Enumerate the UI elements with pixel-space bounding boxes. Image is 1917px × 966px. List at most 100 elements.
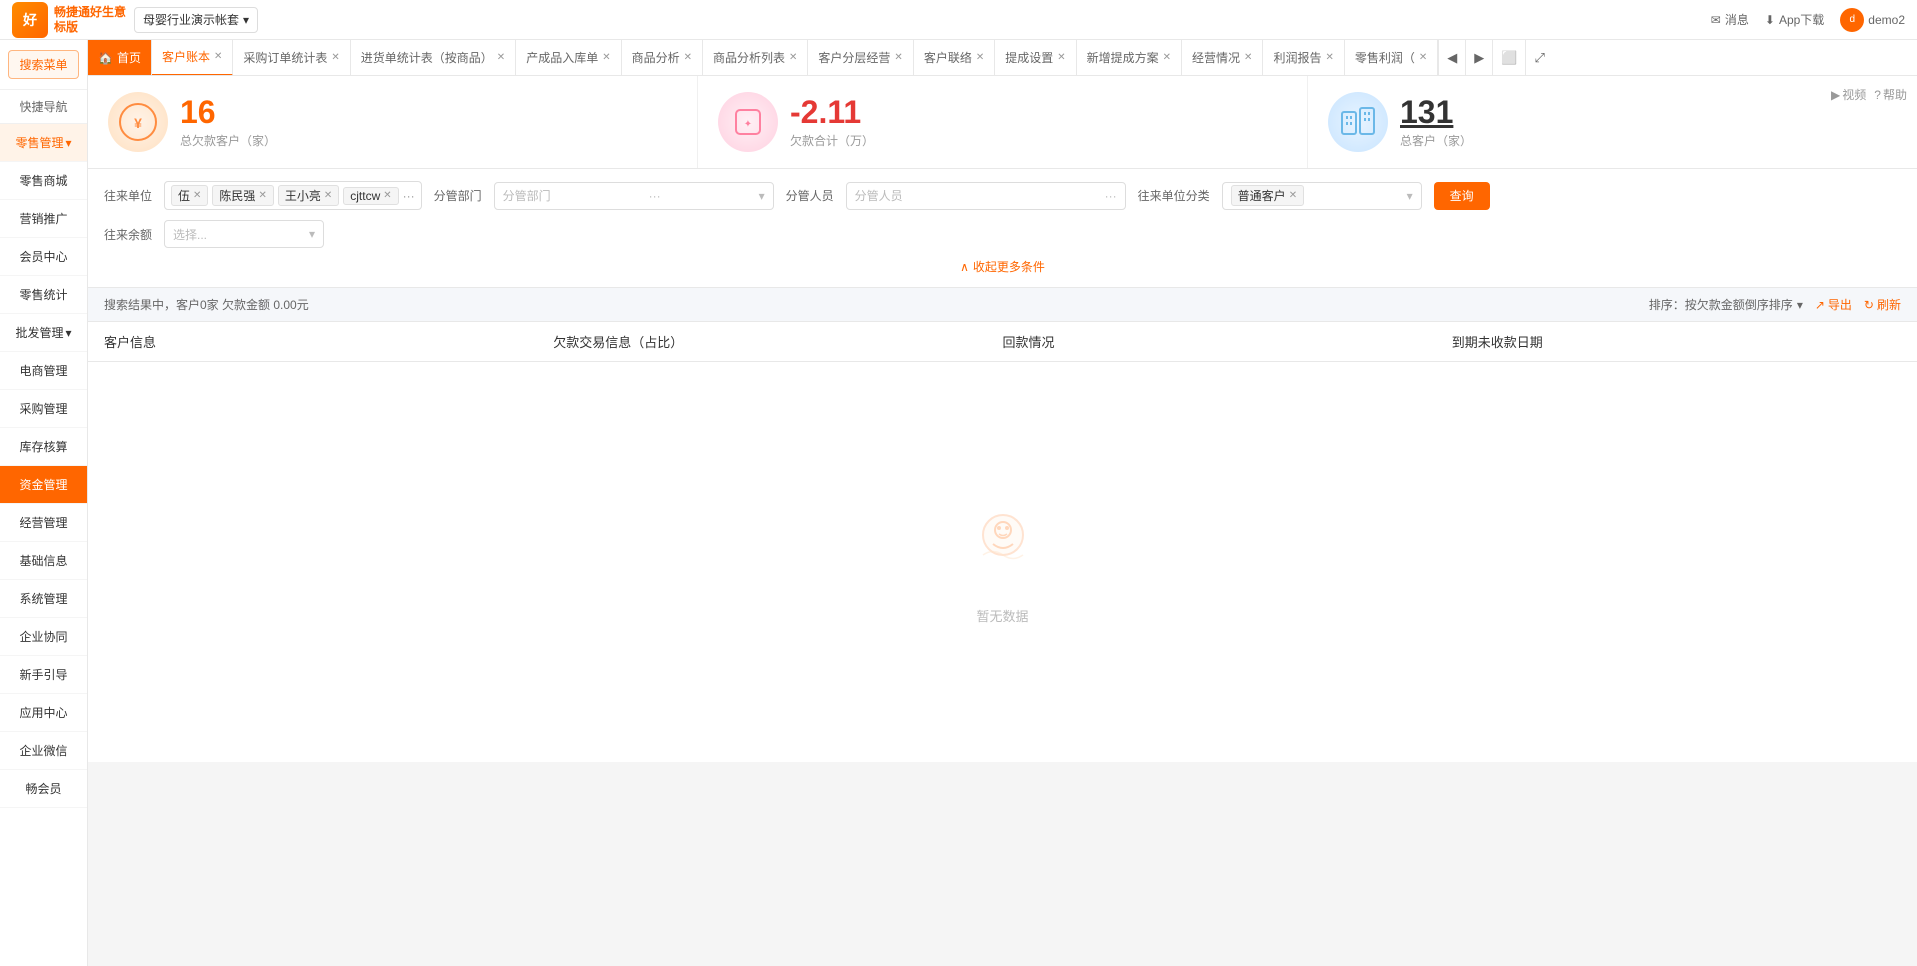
tab-new-boost-plan[interactable]: 新增提成方案 ✕ xyxy=(1077,40,1182,76)
tab-close-icon[interactable]: ✕ xyxy=(602,52,610,63)
tab-close-icon[interactable]: ✕ xyxy=(214,51,222,62)
tab-product-inbound[interactable]: 产成品入库单 ✕ xyxy=(516,40,621,76)
stat-debt-total: ✦ -2.11 欠款合计（万） xyxy=(698,76,1308,168)
tab-customer-layering[interactable]: 客户分层经营 ✕ xyxy=(808,40,913,76)
tab-next-btn[interactable]: ▶ xyxy=(1465,40,1492,76)
tab-customer-balance[interactable]: 客户账本 ✕ xyxy=(152,40,233,76)
tab-profit-report[interactable]: 利润报告 ✕ xyxy=(1263,40,1344,76)
sort-select[interactable]: 排序：按欠款金额倒序排序 ▾ xyxy=(1649,296,1803,313)
person-select[interactable]: 分管人员 ··· xyxy=(846,182,1126,210)
balance-select[interactable]: 选择... ▾ xyxy=(164,220,324,248)
unit-tags-input[interactable]: 伍 ✕ 陈民强 ✕ 王小亮 ✕ cjttcw ✕ xyxy=(164,181,422,210)
tab-prev-btn[interactable]: ◀ xyxy=(1438,40,1465,76)
refresh-icon: ↻ xyxy=(1864,298,1874,312)
quick-nav-button[interactable]: 快捷导航 xyxy=(0,90,87,124)
sidebar-item-inventory[interactable]: 库存核算 xyxy=(0,428,87,466)
sidebar-item-retail-stats[interactable]: 零售统计 xyxy=(0,276,87,314)
more-tags-btn[interactable]: ··· xyxy=(403,189,415,203)
tab-close-icon[interactable]: ✕ xyxy=(1325,52,1333,63)
tab-boost-settings[interactable]: 提成设置 ✕ xyxy=(995,40,1076,76)
search-menu-button[interactable]: 搜索菜单 xyxy=(8,50,79,79)
sidebar-item-beginner-guide[interactable]: 新手引导 xyxy=(0,656,87,694)
debt-total-icon: ✦ xyxy=(718,92,778,152)
help-btn[interactable]: ? 帮助 xyxy=(1874,86,1907,103)
tab-incoming-goods-stats[interactable]: 进货单统计表（按商品） ✕ xyxy=(351,40,516,76)
dept-select[interactable]: 分管部门 ··· ▾ xyxy=(494,182,774,210)
filter-row-2: 往来余额 选择... ▾ xyxy=(104,220,1901,248)
tag-close-icon[interactable]: ✕ xyxy=(1289,190,1297,201)
store-selector[interactable]: 母婴行业演示帐套 ▾ xyxy=(134,7,258,33)
sidebar-item-finance-mgmt[interactable]: 资金管理 xyxy=(0,466,87,504)
unit-type-filter-label: 往来单位分类 xyxy=(1138,187,1210,204)
sidebar-item-app-center[interactable]: 应用中心 xyxy=(0,694,87,732)
chevron-down-icon: ▾ xyxy=(759,189,765,203)
sidebar-item-member-center[interactable]: 会员中心 xyxy=(0,238,87,276)
sidebar-search: 搜索菜单 xyxy=(0,40,87,90)
message-btn[interactable]: ✉ 消息 xyxy=(1711,11,1749,28)
unit-tag-1[interactable]: 伍 ✕ xyxy=(171,185,208,206)
stat2-info: -2.11 欠款合计（万） xyxy=(790,96,874,149)
video-help-btn[interactable]: ▶ 视频 xyxy=(1831,86,1866,103)
sidebar-item-enterprise-coop[interactable]: 企业协同 xyxy=(0,618,87,656)
unit-type-tag[interactable]: 普通客户 ✕ xyxy=(1231,185,1304,206)
stat-helper-btns: ▶ 视频 ? 帮助 xyxy=(1831,86,1907,103)
message-icon: ✉ xyxy=(1711,13,1721,27)
tab-fullscreen-btn[interactable]: ⤢ xyxy=(1525,40,1552,76)
tab-customer-connect[interactable]: 客户联络 ✕ xyxy=(914,40,995,76)
sidebar-item-marketing[interactable]: 营销推广 xyxy=(0,200,87,238)
sidebar-item-ecommerce-mgmt[interactable]: 电商管理 xyxy=(0,352,87,390)
sidebar-item-ops-mgmt[interactable]: 经营管理 xyxy=(0,504,87,542)
tab-close-icon[interactable]: ✕ xyxy=(789,52,797,63)
unit-tag-3[interactable]: 王小亮 ✕ xyxy=(278,185,339,206)
sidebar-item-basic-info[interactable]: 基础信息 xyxy=(0,542,87,580)
export-btn[interactable]: ↗ 导出 xyxy=(1815,296,1852,313)
refresh-btn[interactable]: ↻ 刷新 xyxy=(1864,296,1901,313)
sidebar-item-purchase-mgmt[interactable]: 采购管理 xyxy=(0,390,87,428)
tag-close-icon[interactable]: ✕ xyxy=(258,190,266,201)
tab-home[interactable]: 🏠 首页 xyxy=(88,40,152,76)
tab-purchase-order-stats[interactable]: 采购订单统计表 ✕ xyxy=(233,40,350,76)
tab-close-icon[interactable]: ✕ xyxy=(497,52,505,63)
tab-close-icon[interactable]: ✕ xyxy=(684,52,692,63)
stat-debt-customers: ¥ 16 总欠款客户（家） xyxy=(88,76,698,168)
top-bar-left: 好 畅捷通好生意 标版 母婴行业演示帐套 ▾ xyxy=(12,2,258,38)
search-button[interactable]: 查询 xyxy=(1434,182,1490,210)
tab-close-icon[interactable]: ✕ xyxy=(331,52,339,63)
sidebar-item-vip-member[interactable]: 畅会员 xyxy=(0,770,87,808)
tab-close-icon[interactable]: ✕ xyxy=(894,52,902,63)
sidebar-item-retail-shop[interactable]: 零售商城 xyxy=(0,162,87,200)
tab-expand-btn[interactable]: ⬜ xyxy=(1492,40,1525,76)
tab-retail-profit[interactable]: 零售利润（ ✕ xyxy=(1345,40,1438,76)
table-header: 客户信息 欠款交易信息（占比） 回款情况 到期未收款日期 xyxy=(88,322,1917,362)
tab-ops-situation[interactable]: 经营情况 ✕ xyxy=(1182,40,1263,76)
tag-close-icon[interactable]: ✕ xyxy=(193,190,201,201)
sidebar: 搜索菜单 快捷导航 零售管理 ▾ 零售商城 营销推广 会员中心 零售统计 批发管… xyxy=(0,40,88,966)
sidebar-item-retail-mgmt[interactable]: 零售管理 ▾ xyxy=(0,124,87,162)
tab-close-icon[interactable]: ✕ xyxy=(1057,52,1065,63)
logo-text: 畅捷通好生意 标版 xyxy=(54,5,126,34)
tab-close-icon[interactable]: ✕ xyxy=(1244,52,1252,63)
tag-close-icon[interactable]: ✕ xyxy=(383,190,391,201)
tab-product-analysis-list[interactable]: 商品分析列表 ✕ xyxy=(703,40,808,76)
tab-close-icon[interactable]: ✕ xyxy=(1419,52,1427,63)
unit-tag-4[interactable]: cjttcw ✕ xyxy=(343,187,398,205)
stat2-number: -2.11 xyxy=(790,96,874,128)
sidebar-item-wholesale-mgmt[interactable]: 批发管理 ▾ xyxy=(0,314,87,352)
stat-total-customers: 131 总客户（家） ▶ 视频 ? 帮助 xyxy=(1308,76,1917,168)
unit-type-select[interactable]: 普通客户 ✕ ▾ xyxy=(1222,182,1422,210)
sidebar-item-enterprise-wechat[interactable]: 企业微信 xyxy=(0,732,87,770)
main-layout: 搜索菜单 快捷导航 零售管理 ▾ 零售商城 营销推广 会员中心 零售统计 批发管… xyxy=(0,40,1917,966)
collapse-btn[interactable]: ∧ 收起更多条件 xyxy=(960,258,1045,275)
stat1-info: 16 总欠款客户（家） xyxy=(180,96,276,149)
logo-area: 好 畅捷通好生意 标版 xyxy=(12,2,126,38)
tag-close-icon[interactable]: ✕ xyxy=(324,190,332,201)
stats-header: ¥ 16 总欠款客户（家） ✦ xyxy=(88,76,1917,169)
tab-close-icon[interactable]: ✕ xyxy=(976,52,984,63)
sidebar-item-sys-mgmt[interactable]: 系统管理 xyxy=(0,580,87,618)
stat3-number: 131 xyxy=(1400,96,1472,128)
user-profile[interactable]: d demo2 xyxy=(1840,8,1905,32)
app-download-btn[interactable]: ⬇ App下载 xyxy=(1765,11,1824,28)
unit-tag-2[interactable]: 陈民强 ✕ xyxy=(212,185,273,206)
tab-close-icon[interactable]: ✕ xyxy=(1163,52,1171,63)
tab-product-analysis[interactable]: 商品分析 ✕ xyxy=(622,40,703,76)
